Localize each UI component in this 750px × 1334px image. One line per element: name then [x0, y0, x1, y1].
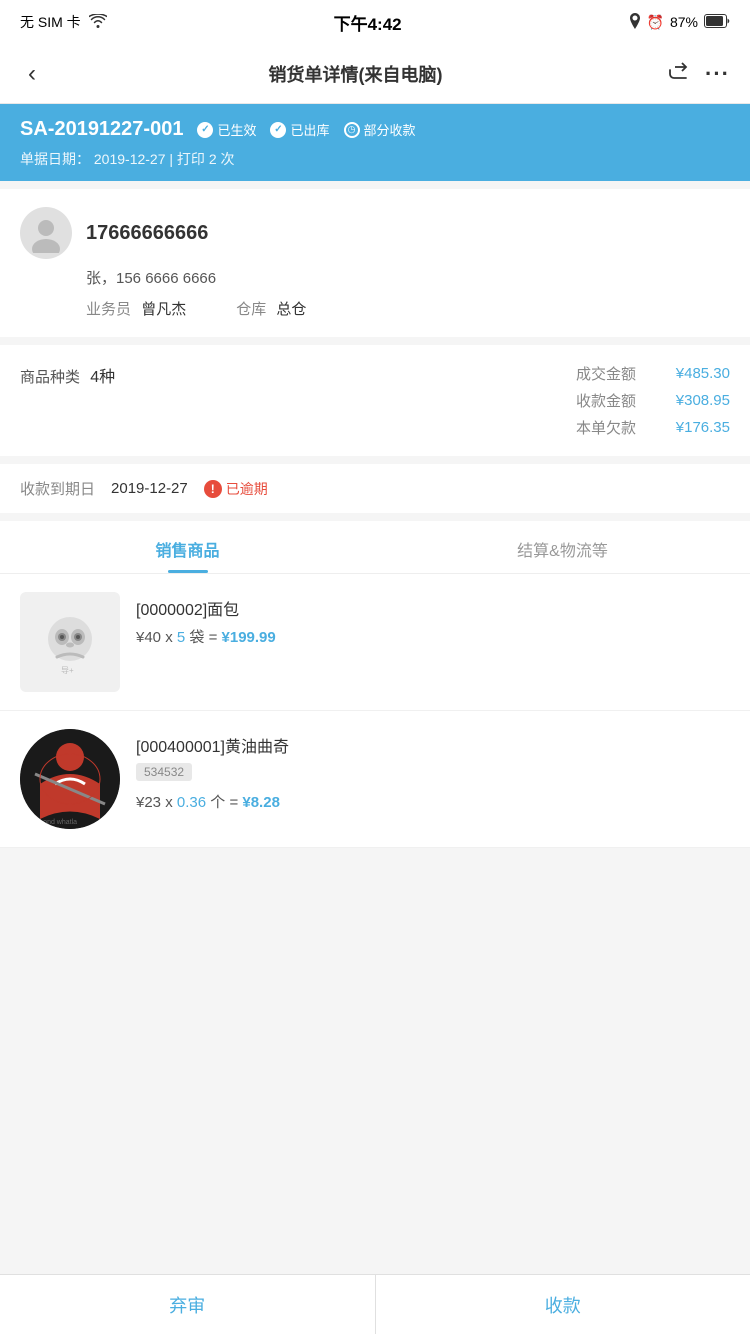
- due-date-value: 2019-12-27: [111, 480, 188, 497]
- order-id: SA-20191227-001: [20, 118, 183, 141]
- arrears-value: ¥176.35: [650, 419, 730, 436]
- category-section: 商品种类 4种: [20, 363, 115, 387]
- status-bar-right: ⏰ 87%: [629, 13, 730, 32]
- amount-label: 成交金额: [576, 363, 636, 384]
- clock-icon: ◷: [344, 122, 360, 138]
- customer-meta: 业务员 曾凡杰 仓库 总仓: [86, 298, 730, 319]
- check-icon-2: ✓: [270, 122, 286, 138]
- avatar: [20, 207, 72, 259]
- status-bar-time: 下午4:42: [334, 10, 402, 35]
- product-price-row-1: ¥40 x 5 袋 = ¥199.99: [136, 626, 730, 647]
- back-button[interactable]: ‹: [20, 52, 44, 96]
- product-unit-2: 个: [210, 794, 225, 811]
- customer-phone: 17666666666: [86, 222, 208, 245]
- overdue-text: 已逾期: [226, 479, 268, 499]
- product-sku-2: 534532: [136, 763, 192, 781]
- wifi-icon: [89, 14, 107, 31]
- warehouse-value: 总仓: [276, 301, 306, 318]
- tabs-section: 销售商品 结算&物流等 导+: [0, 521, 750, 848]
- header-date-row: 单据日期： 2019-12-27 | 打印 2 次: [20, 149, 730, 169]
- salesman-info: 业务员 曾凡杰: [86, 298, 186, 319]
- print-suffix: 次: [221, 151, 235, 167]
- product-list: 导+ [0000002]面包 ¥40 x 5 袋 = ¥199.99: [0, 574, 750, 848]
- status-bar-left: 无 SIM 卡: [20, 12, 107, 32]
- product-price-row-2: ¥23 x 0.36 个 = ¥8.28: [136, 791, 730, 812]
- warehouse-label: 仓库: [236, 301, 266, 318]
- bottom-bar: 弃审 收款: [0, 1274, 750, 1334]
- product-price-2: ¥23: [136, 794, 161, 811]
- product-price-1: ¥40: [136, 629, 161, 646]
- alarm-icon: ⏰: [647, 14, 664, 31]
- category-label: 商品种类: [20, 369, 80, 386]
- customer-name-phone: 张，156 6666 6666: [86, 267, 730, 288]
- product-info-2: [000400001]黄油曲奇 534532 ¥23 x 0.36 个 = ¥8…: [136, 729, 730, 812]
- product-name-1: [0000002]面包: [136, 596, 730, 620]
- product-info-1: [0000002]面包 ¥40 x 5 袋 = ¥199.99: [136, 592, 730, 647]
- cancel-audit-button[interactable]: 弃审: [0, 1275, 376, 1334]
- svg-text:diamond whatla: diamond whatla: [28, 819, 77, 826]
- date-label: 单据日期：: [20, 151, 90, 167]
- print-separator: | 打印: [169, 151, 208, 167]
- check-icon: ✓: [197, 122, 213, 138]
- page-title: 销货单详情(来自电脑): [44, 61, 667, 87]
- battery-text: 87%: [670, 14, 698, 30]
- product-qty-2: 0.36: [177, 794, 206, 811]
- list-item: diamond whatla [000400001]黄油曲奇 534532 ¥2…: [0, 711, 750, 848]
- tab-settlement-logistics[interactable]: 结算&物流等: [375, 521, 750, 573]
- amount-row-deal: 成交金额 ¥485.30: [576, 363, 730, 384]
- overdue-badge: ! 已逾期: [204, 479, 268, 499]
- collect-payment-button[interactable]: 收款: [376, 1275, 750, 1334]
- badge-activated: ✓ 已生效: [197, 120, 256, 139]
- status-bar: 无 SIM 卡 下午4:42 ⏰ 87%: [0, 0, 750, 44]
- tab-sales-products[interactable]: 销售商品: [0, 521, 375, 573]
- due-date-card: 收款到期日 2019-12-27 ! 已逾期: [0, 464, 750, 513]
- badge-partial-payment: ◷ 部分收款: [344, 120, 416, 139]
- warehouse-info: 仓库 总仓: [236, 298, 306, 319]
- nav-bar: ‹ 销货单详情(来自电脑) ···: [0, 44, 750, 104]
- summary-card: 商品种类 4种 成交金额 ¥485.30 收款金额 ¥308.95 本单欠款 ¥…: [0, 345, 750, 456]
- arrears-label: 本单欠款: [576, 417, 636, 438]
- carrier-text: 无 SIM 卡: [20, 12, 81, 32]
- amount-row-arrears: 本单欠款 ¥176.35: [576, 417, 730, 438]
- customer-card: 17666666666 张，156 6666 6666 业务员 曾凡杰 仓库 总…: [0, 189, 750, 337]
- overdue-icon: !: [204, 480, 222, 498]
- product-total-2: ¥8.28: [242, 794, 280, 811]
- salesman-value: 曾凡杰: [141, 301, 186, 318]
- amount-value: ¥485.30: [650, 365, 730, 382]
- amount-row-received: 收款金额 ¥308.95: [576, 390, 730, 411]
- amounts-section: 成交金额 ¥485.30 收款金额 ¥308.95 本单欠款 ¥176.35: [576, 363, 730, 438]
- badge-shipped: ✓ 已出库: [270, 120, 329, 139]
- svg-text:导+: 导+: [61, 666, 74, 675]
- product-name-2: [000400001]黄油曲奇: [136, 733, 730, 757]
- order-date: 2019-12-27: [94, 151, 166, 167]
- location-icon: [629, 13, 641, 32]
- received-label: 收款金额: [576, 390, 636, 411]
- product-unit-1: 袋: [189, 629, 204, 646]
- header-banner: SA-20191227-001 ✓ 已生效 ✓ 已出库 ◷ 部分收款 单据日期：…: [0, 104, 750, 181]
- product-thumbnail-1: 导+: [20, 592, 120, 692]
- product-thumbnail-2: diamond whatla: [20, 729, 120, 829]
- list-item: 导+ [0000002]面包 ¥40 x 5 袋 = ¥199.99: [0, 574, 750, 711]
- category-count: 4种: [90, 369, 115, 386]
- received-value: ¥308.95: [650, 392, 730, 409]
- product-qty-1: 5: [177, 629, 185, 646]
- share-icon[interactable]: [667, 60, 689, 88]
- print-count: 2: [209, 151, 217, 167]
- battery-icon: [704, 14, 730, 31]
- product-total-1: ¥199.99: [222, 629, 276, 646]
- more-icon[interactable]: ···: [705, 61, 730, 87]
- tabs-row: 销售商品 结算&物流等: [0, 521, 750, 574]
- salesman-label: 业务员: [86, 301, 131, 318]
- nav-actions: ···: [667, 60, 730, 88]
- due-label: 收款到期日: [20, 478, 95, 499]
